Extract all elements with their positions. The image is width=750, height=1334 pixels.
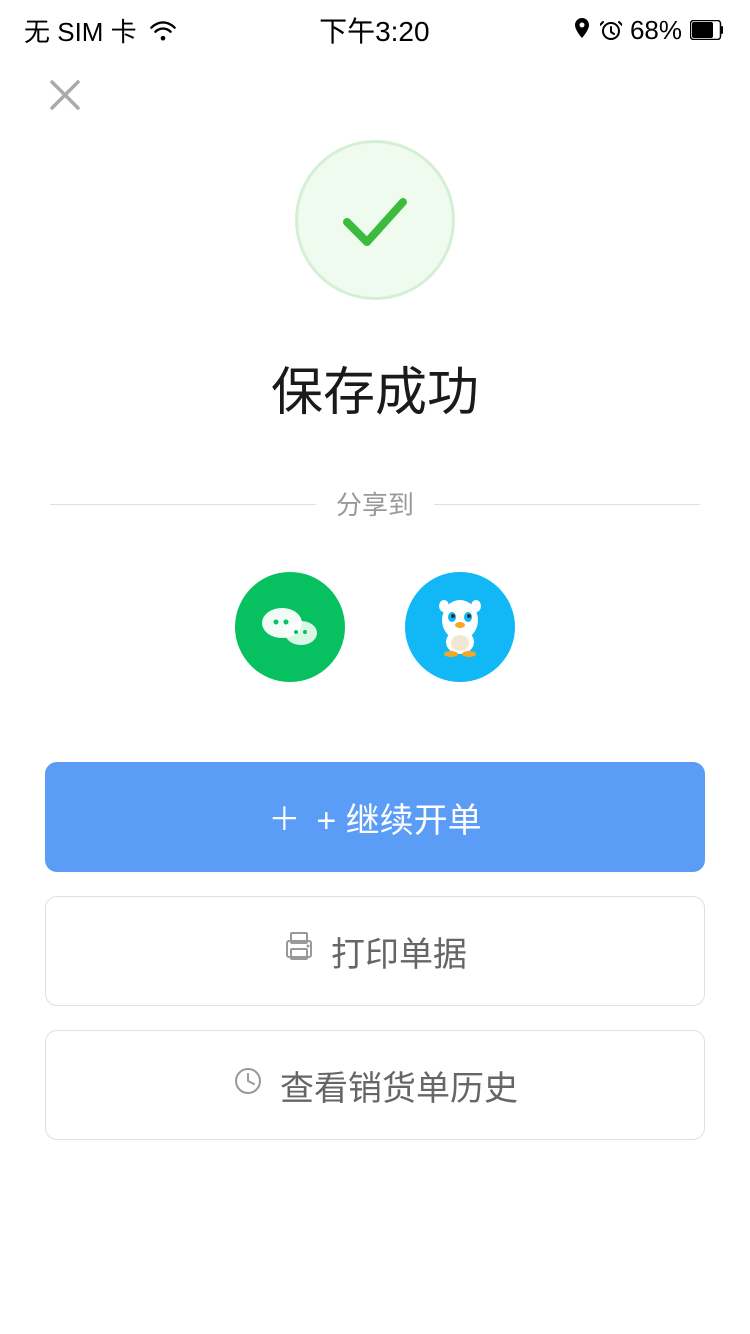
location-icon <box>572 18 592 42</box>
main-content: 保存成功 分享到 <box>0 60 750 1140</box>
wechat-share-button[interactable] <box>235 572 345 682</box>
print-icon <box>283 931 315 971</box>
continue-label: + 继续开单 <box>316 793 481 842</box>
wifi-icon <box>149 19 177 41</box>
status-time: 下午3:20 <box>319 10 430 50</box>
qq-share-button[interactable] <box>405 572 515 682</box>
share-section: 分享到 <box>0 485 750 522</box>
history-label: 查看销货单历史 <box>280 1061 518 1110</box>
sim-label: 无 SIM 卡 <box>24 12 137 49</box>
status-left: 无 SIM 卡 <box>24 12 177 49</box>
print-label: 打印单据 <box>331 927 467 976</box>
history-button[interactable]: 查看销货单历史 <box>45 1030 705 1140</box>
close-icon <box>47 77 83 113</box>
qq-icon <box>428 592 492 662</box>
plus-icon: ＋ <box>268 794 300 840</box>
wechat-icon <box>257 597 323 657</box>
battery-icon <box>690 20 726 40</box>
success-icon-circle <box>295 140 455 300</box>
history-icon <box>232 1065 264 1105</box>
status-bar: 无 SIM 卡 下午3:20 68% <box>0 0 750 60</box>
battery-percent: 68% <box>630 15 682 46</box>
alarm-icon <box>600 18 622 42</box>
print-button[interactable]: 打印单据 <box>45 896 705 1006</box>
success-title: 保存成功 <box>271 350 479 425</box>
action-buttons: ＋ + 继续开单 打印单据 查看销货单历史 <box>45 762 705 1140</box>
status-right: 68% <box>572 15 726 46</box>
checkmark-icon <box>335 180 415 260</box>
share-icons-row <box>235 572 515 682</box>
continue-button[interactable]: ＋ + 继续开单 <box>45 762 705 872</box>
close-button[interactable] <box>40 70 90 120</box>
share-label: 分享到 <box>316 485 434 522</box>
